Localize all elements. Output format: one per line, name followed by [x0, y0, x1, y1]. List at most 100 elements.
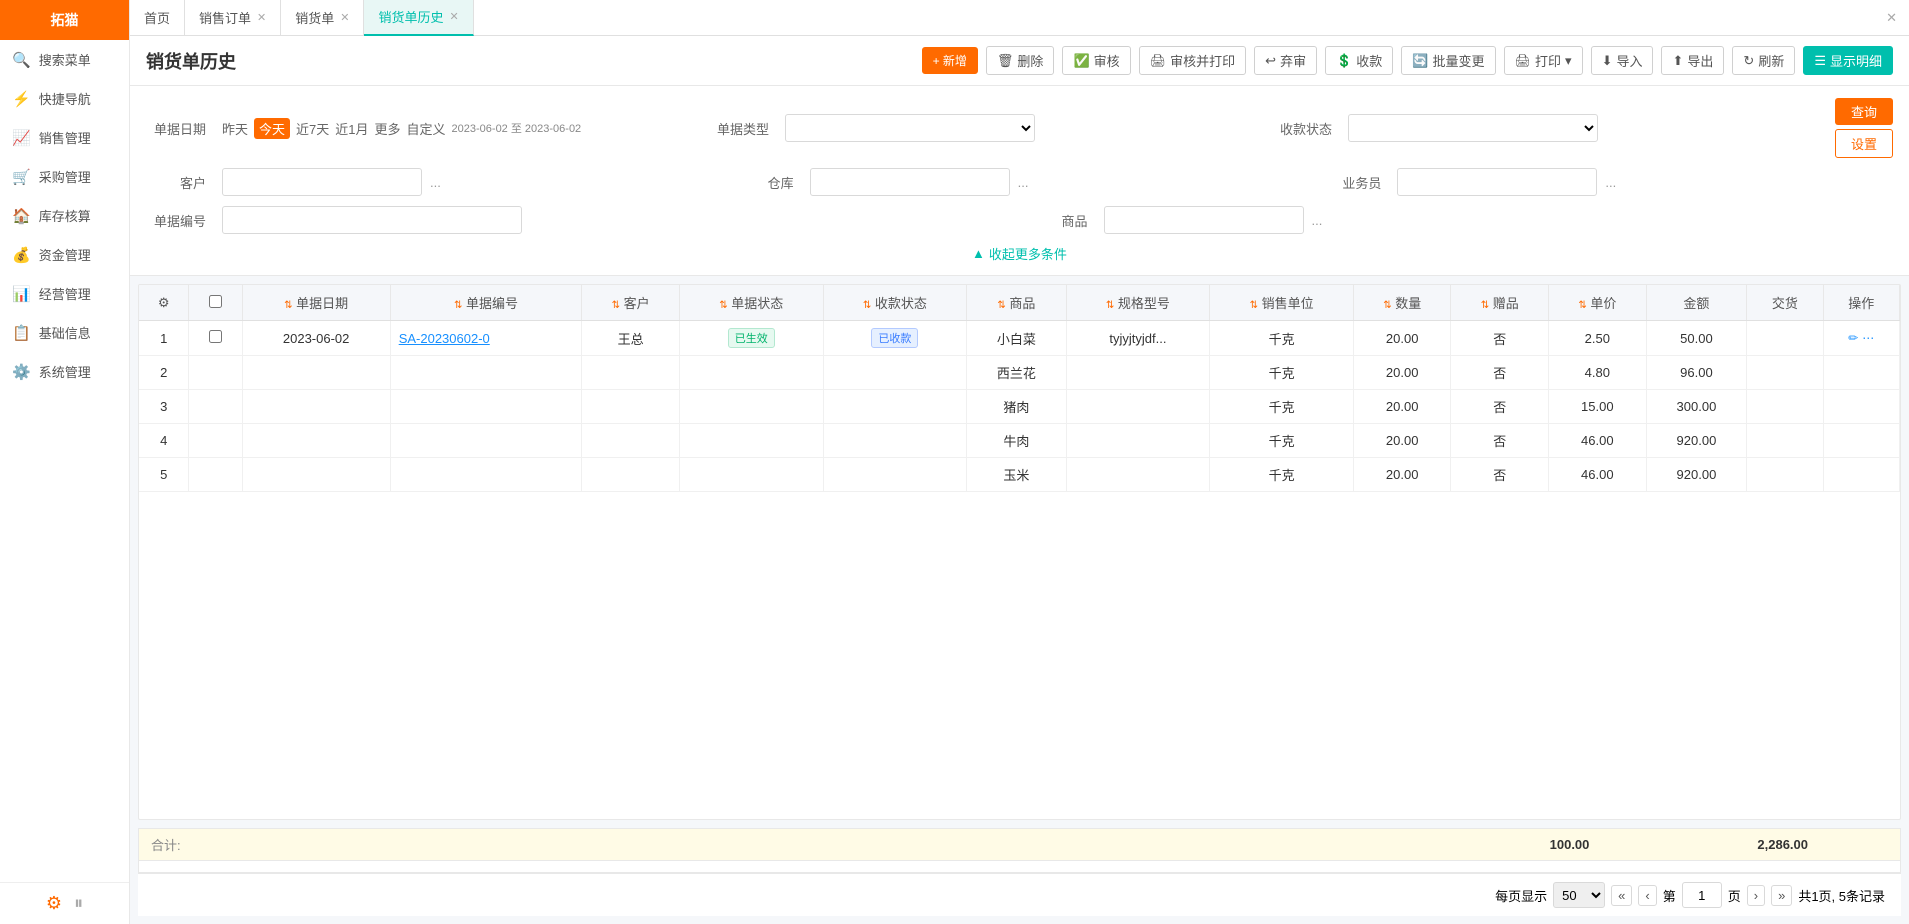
print-button[interactable]: 🖨 打印 ▾ — [1504, 46, 1583, 75]
sidebar-item-sys-mgmt[interactable]: ⚙️ 系统管理 — [0, 352, 129, 391]
shortcut-today[interactable]: 今天 — [254, 118, 290, 139]
page-label: 第 — [1663, 886, 1676, 905]
sidebar-item-operations[interactable]: 📊 经营管理 — [0, 274, 129, 313]
row-amount: 50.00 — [1646, 321, 1747, 356]
audit-print-button[interactable]: 🖨 审核并打印 — [1139, 46, 1247, 75]
sidebar-item-sales-mgmt[interactable]: 📈 销售管理 — [0, 118, 129, 157]
print-dropdown-icon: ▾ — [1565, 53, 1572, 69]
refresh-button[interactable]: ↻ 刷新 — [1732, 46, 1795, 75]
col-doc-date[interactable]: ⇅ 单据日期 — [242, 285, 390, 321]
col-qty[interactable]: ⇅ 数量 — [1353, 285, 1451, 321]
audit-button[interactable]: ✅ 审核 — [1062, 46, 1130, 75]
sidebar-item-quick-nav[interactable]: ⚡ 快捷导航 — [0, 79, 129, 118]
shortcut-7days[interactable]: 近7天 — [296, 119, 329, 138]
row-goods: 猪肉 — [967, 390, 1066, 424]
col-doc-no[interactable]: ⇅ 单据编号 — [390, 285, 582, 321]
batch-change-button[interactable]: 🔄 批量变更 — [1401, 46, 1495, 75]
tab-sales-history-close[interactable]: ✕ — [450, 10, 459, 23]
payment-status-select[interactable] — [1348, 114, 1598, 142]
row-checkbox[interactable] — [189, 458, 242, 492]
shortcut-yesterday[interactable]: 昨天 — [222, 119, 248, 138]
doc-no-link[interactable]: SA-20230602-0 — [399, 331, 490, 346]
first-page-button[interactable]: « — [1611, 885, 1632, 906]
sidebar-item-finance[interactable]: 💰 资金管理 — [0, 235, 129, 274]
customer-dots-button[interactable]: ... — [430, 175, 441, 190]
row-customer — [582, 390, 680, 424]
customer-input[interactable] — [222, 168, 422, 196]
delete-button[interactable]: 🗑 删除 — [986, 46, 1055, 75]
last-page-button[interactable]: » — [1771, 885, 1792, 906]
tab-home[interactable]: 首页 — [130, 0, 185, 36]
row-amount: 920.00 — [1646, 458, 1747, 492]
col-spec[interactable]: ⇅ 规格型号 — [1066, 285, 1210, 321]
salesperson-dots-button[interactable]: ... — [1605, 175, 1616, 190]
next-page-button[interactable]: › — [1747, 885, 1765, 906]
row-select-checkbox[interactable] — [209, 330, 222, 343]
sidebar-item-inventory[interactable]: 🏠 库存核算 — [0, 196, 129, 235]
row-goods: 西兰花 — [967, 356, 1066, 390]
page-input[interactable] — [1682, 882, 1722, 908]
abandon-button[interactable]: ↩ 弃审 — [1254, 46, 1317, 75]
date-shortcuts: 昨天 今天 近7天 近1月 更多 自定义 — [222, 118, 446, 139]
customer-label: 客户 — [146, 173, 206, 192]
close-all-tabs-button[interactable]: ✕ — [1874, 10, 1909, 26]
sidebar-item-purchase-mgmt[interactable]: 🛒 采购管理 — [0, 157, 129, 196]
import-button[interactable]: ⬇ 导入 — [1591, 46, 1654, 75]
sidebar-item-base-info[interactable]: 📋 基础信息 — [0, 313, 129, 352]
shortcut-custom[interactable]: 自定义 — [407, 119, 446, 138]
tab-sales-goods-close[interactable]: ✕ — [340, 11, 349, 24]
sidebar-collapse-icon[interactable]: ⏸ — [74, 893, 83, 914]
row-checkbox[interactable] — [189, 390, 242, 424]
goods-input[interactable] — [1104, 206, 1304, 234]
doc-no-input[interactable] — [222, 206, 522, 234]
doc-type-select[interactable] — [785, 114, 1035, 142]
row-amount: 300.00 — [1646, 390, 1747, 424]
col-unit-price[interactable]: ⇅ 单价 — [1549, 285, 1647, 321]
shortcut-more[interactable]: 更多 — [375, 119, 401, 138]
sidebar-bottom: ⚙ ⏸ — [0, 882, 129, 924]
col-payment-status[interactable]: ⇅ 收款状态 — [823, 285, 967, 321]
goods-dots-button[interactable]: ... — [1312, 213, 1323, 228]
row-unit: 千克 — [1210, 458, 1354, 492]
prev-page-button[interactable]: ‹ — [1638, 885, 1656, 906]
sidebar-settings-icon[interactable]: ⚙ — [46, 893, 62, 914]
col-goods[interactable]: ⇅ 商品 — [967, 285, 1066, 321]
table-row: 2 西兰花 千克 20.00 否 4.80 96.00 — [139, 356, 1900, 390]
new-button[interactable]: + 新增 — [922, 47, 978, 74]
tab-sales-history[interactable]: 销货单历史 ✕ — [364, 0, 473, 36]
sort-icon-customer: ⇅ — [612, 300, 620, 311]
filter-setting-button[interactable]: 设置 — [1835, 129, 1893, 158]
row-checkbox[interactable] — [189, 321, 242, 356]
row-checkbox[interactable] — [189, 424, 242, 458]
more-row-button[interactable]: ⋯ — [1862, 331, 1874, 345]
col-gift[interactable]: ⇅ 赠品 — [1451, 285, 1549, 321]
sidebar-item-label: 快捷导航 — [39, 89, 91, 108]
quick-nav-icon: ⚡ — [12, 90, 31, 108]
row-checkbox[interactable] — [189, 356, 242, 390]
collect-button[interactable]: 💲 收款 — [1325, 46, 1393, 75]
page-size-select[interactable]: 50 100 200 — [1553, 882, 1605, 908]
collapse-button[interactable]: ▲ 收起更多条件 — [146, 244, 1893, 263]
sidebar-item-search-menu[interactable]: 🔍 搜索菜单 — [0, 40, 129, 79]
warehouse-input[interactable] — [810, 168, 1010, 196]
horizontal-scrollbar[interactable] — [138, 861, 1901, 873]
tab-sales-order[interactable]: 销售订单 ✕ — [185, 0, 281, 36]
select-all-checkbox[interactable] — [209, 295, 222, 308]
shortcut-1month[interactable]: 近1月 — [335, 119, 368, 138]
col-doc-status[interactable]: ⇅ 单据状态 — [679, 285, 823, 321]
row-gift: 否 — [1451, 356, 1549, 390]
tab-sales-goods[interactable]: 销货单 ✕ — [281, 0, 364, 36]
col-unit[interactable]: ⇅ 销售单位 — [1210, 285, 1354, 321]
row-spec — [1066, 390, 1210, 424]
tab-sales-order-close[interactable]: ✕ — [257, 11, 266, 24]
col-customer[interactable]: ⇅ 客户 — [582, 285, 680, 321]
query-button[interactable]: 查询 — [1835, 98, 1893, 125]
show-detail-button[interactable]: ☰ 显示明细 — [1803, 46, 1893, 75]
col-settings[interactable]: ⚙ — [139, 285, 189, 321]
edit-row-button[interactable]: ✏ — [1848, 331, 1858, 345]
row-seq: 4 — [139, 424, 189, 458]
row-customer — [582, 458, 680, 492]
export-button[interactable]: ⬆ 导出 — [1661, 46, 1724, 75]
warehouse-dots-button[interactable]: ... — [1018, 175, 1029, 190]
salesperson-input[interactable] — [1397, 168, 1597, 196]
